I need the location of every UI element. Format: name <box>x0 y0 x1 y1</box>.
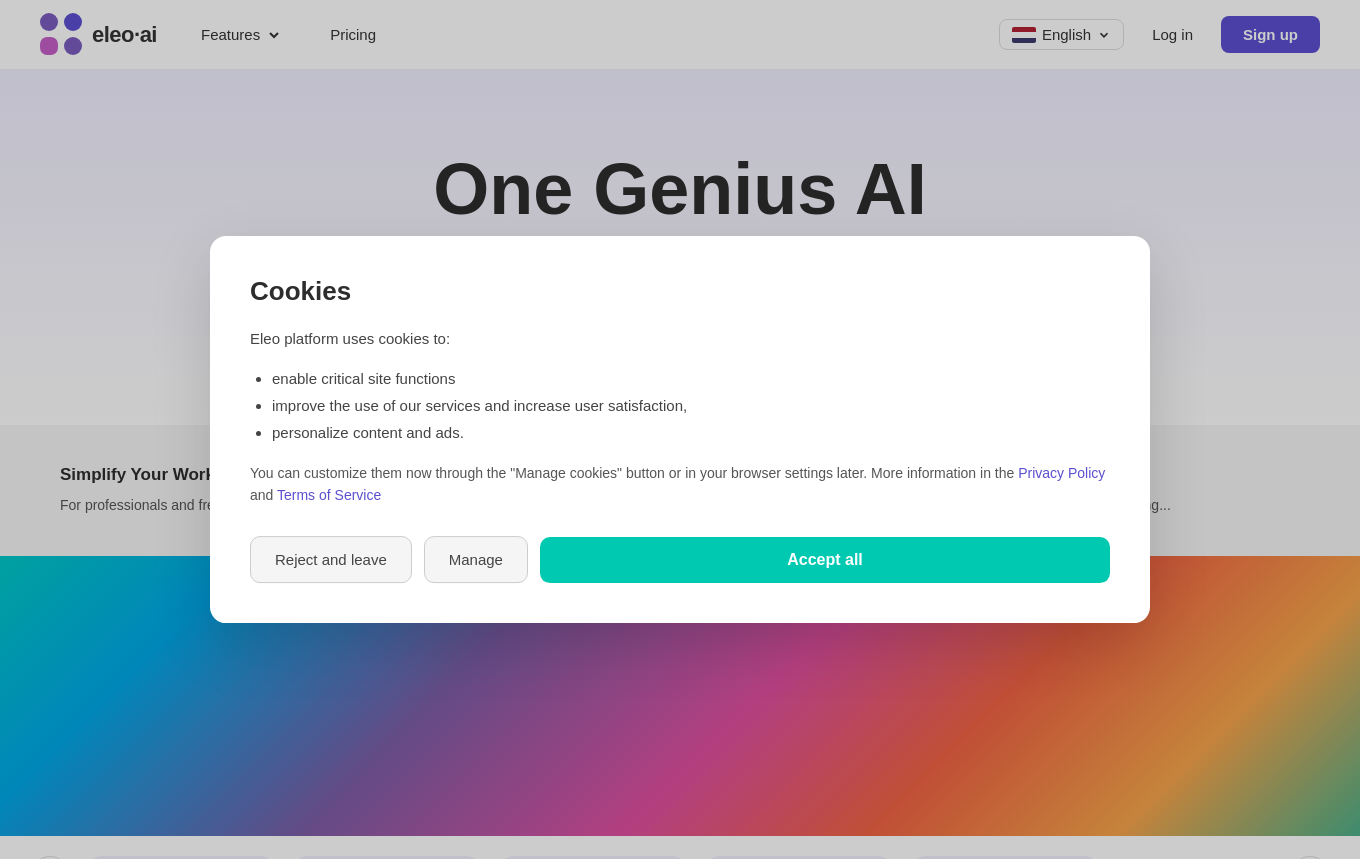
cookie-title: Cookies <box>250 276 1110 307</box>
cookie-actions: Reject and leave Manage Accept all <box>250 536 1110 583</box>
privacy-policy-link[interactable]: Privacy Policy <box>1018 465 1105 481</box>
reject-button[interactable]: Reject and leave <box>250 536 412 583</box>
cookie-modal: Cookies Eleo platform uses cookies to: e… <box>210 236 1150 624</box>
terms-of-service-link[interactable]: Terms of Service <box>277 487 381 503</box>
cookie-note: You can customize them now through the "… <box>250 462 1110 507</box>
accept-all-button[interactable]: Accept all <box>540 537 1110 583</box>
cookie-item-1: enable critical site functions <box>272 365 1110 392</box>
cookie-item-2: improve the use of our services and incr… <box>272 392 1110 419</box>
cookie-items-list: enable critical site functions improve t… <box>250 365 1110 446</box>
cookie-item-3: personalize content and ads. <box>272 419 1110 446</box>
manage-button[interactable]: Manage <box>424 536 528 583</box>
cookie-description: Eleo platform uses cookies to: <box>250 327 1110 351</box>
